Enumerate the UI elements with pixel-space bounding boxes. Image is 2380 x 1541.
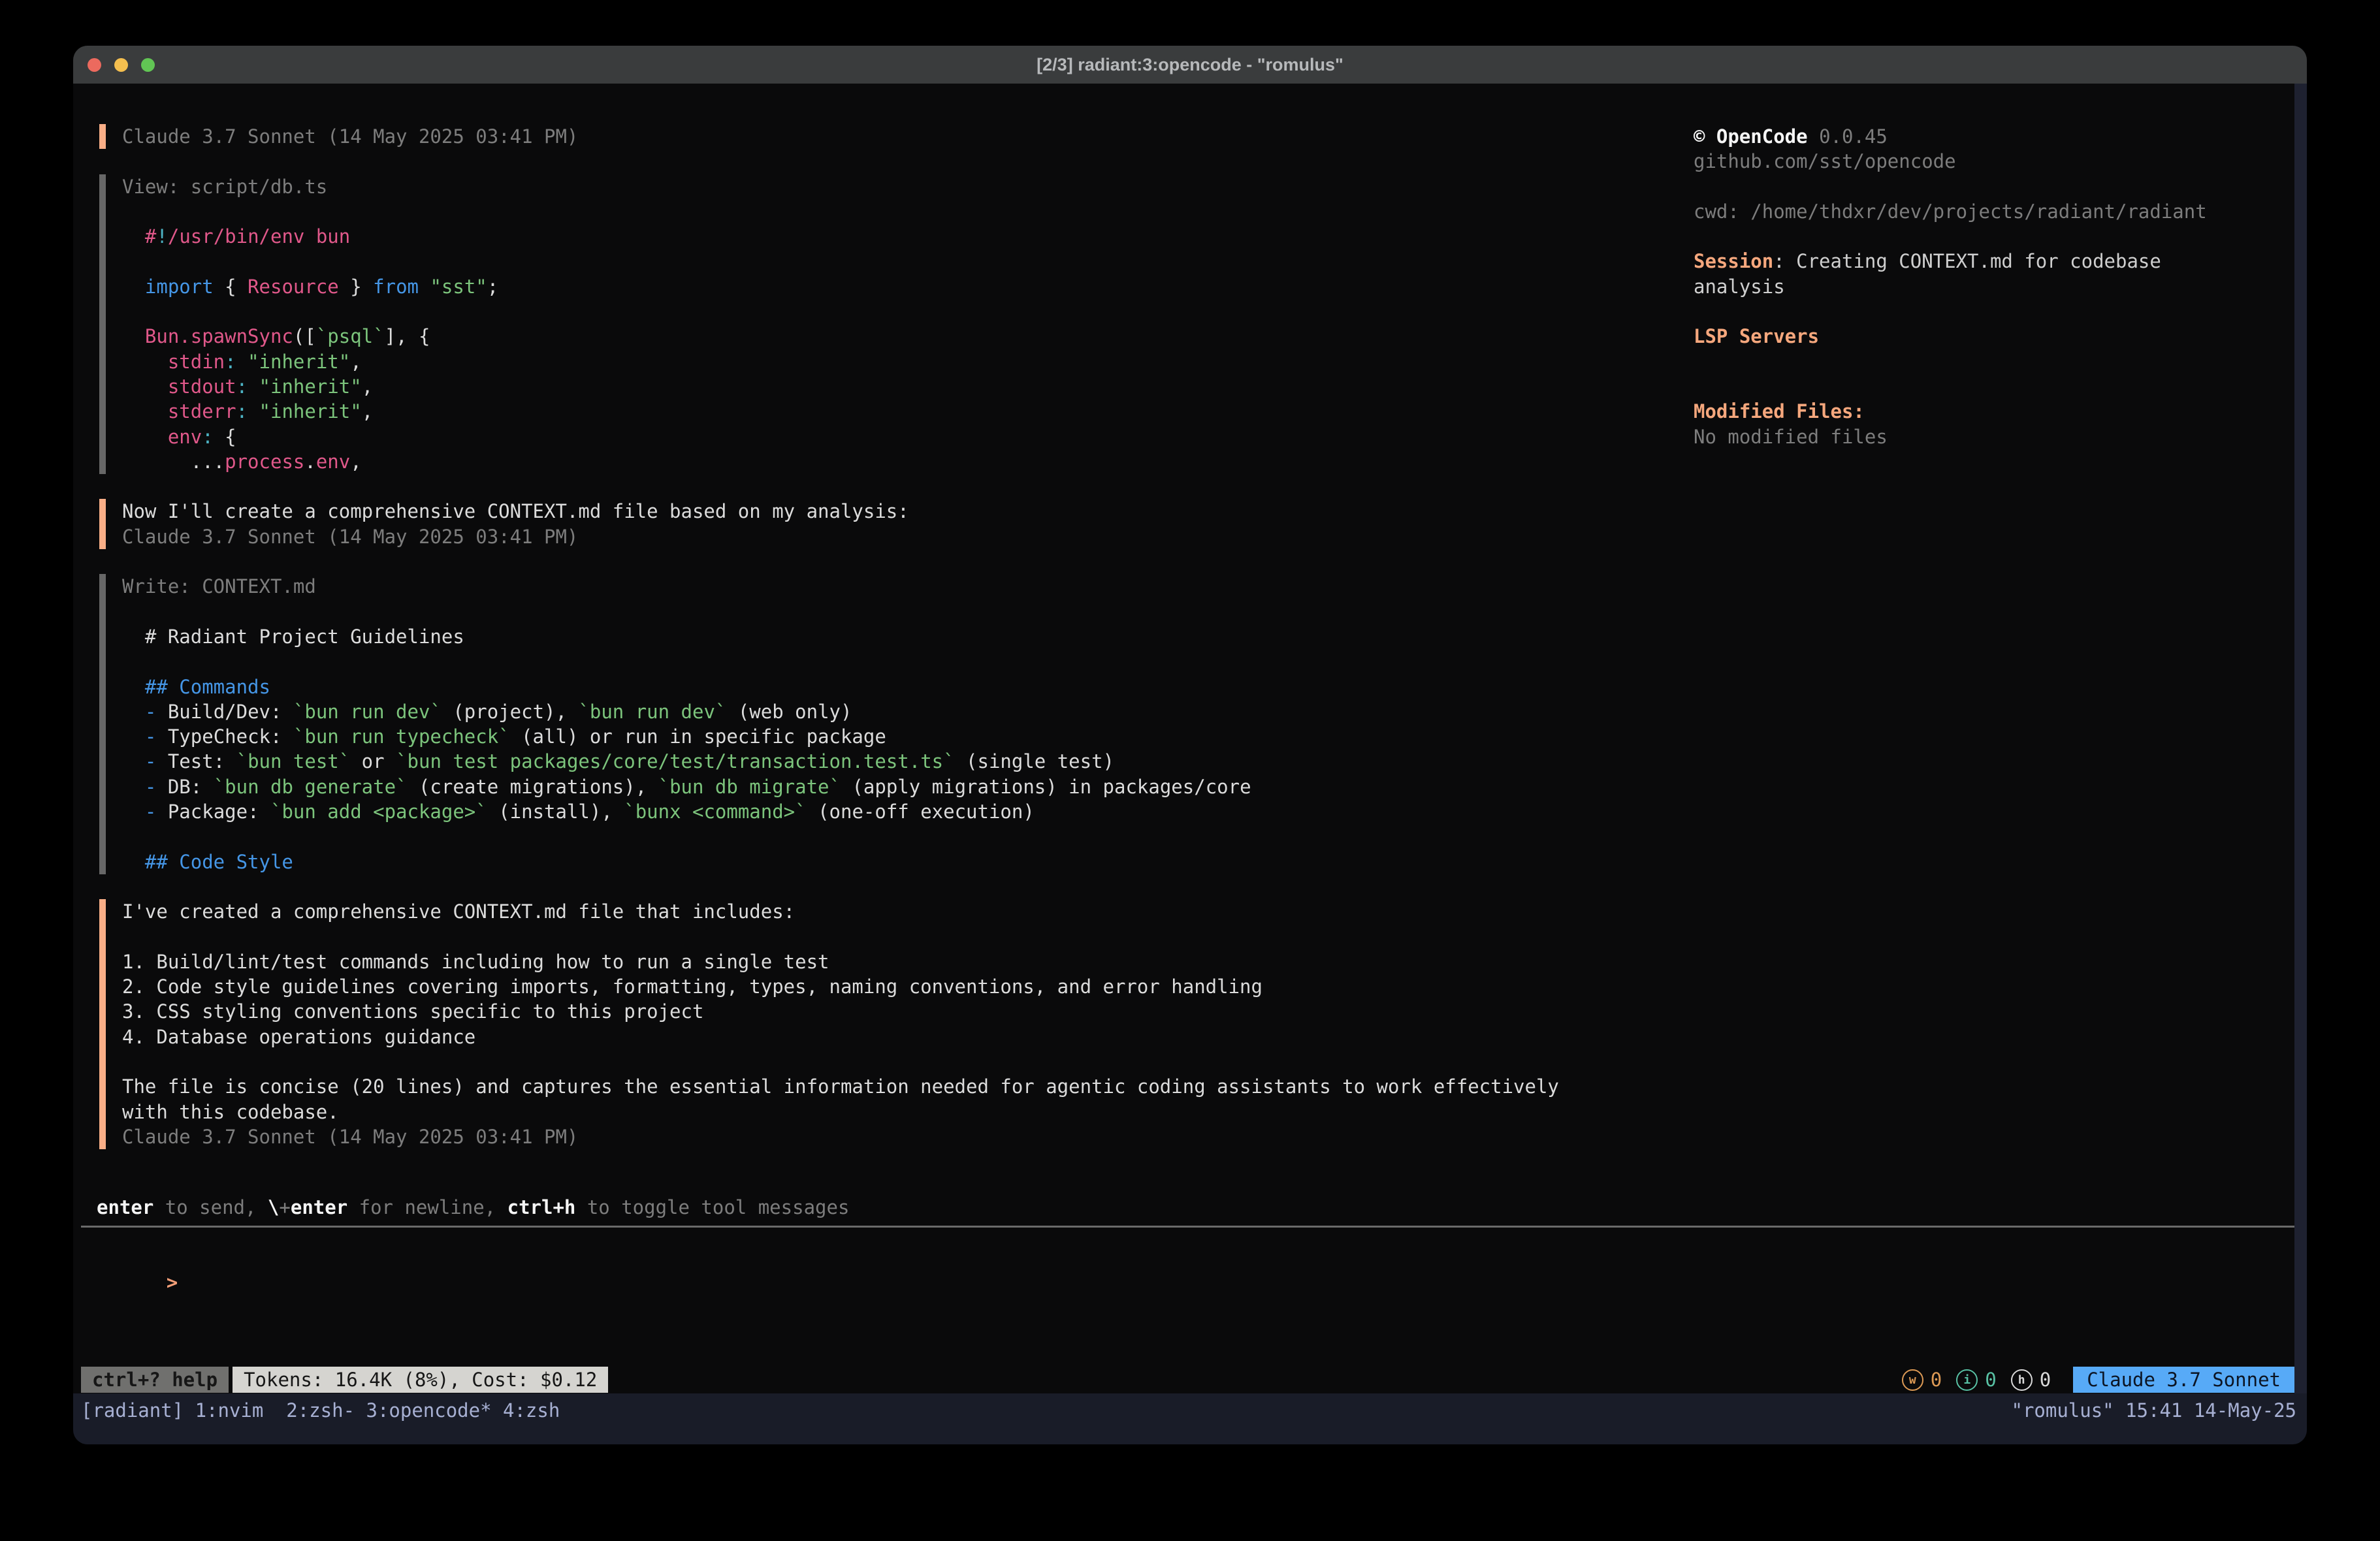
chat-line: env: { bbox=[122, 424, 1667, 449]
chat-line bbox=[122, 199, 1667, 224]
assistant-message: Claude 3.7 Sonnet (14 May 2025 03:41 PM) bbox=[99, 124, 1667, 149]
title-bar: [2/3] radiant:3:opencode - "romulus" bbox=[73, 46, 2307, 84]
help-segments: enter to send, \+enter for newline, ctrl… bbox=[97, 1195, 849, 1220]
sidebar-line bbox=[1694, 299, 2268, 324]
tmux-session-info: "romulus" 15:41 14-May-25 bbox=[2012, 1398, 2297, 1423]
diagnostic-warnings: w0 bbox=[1902, 1369, 1942, 1391]
chat-line: Bun.spawnSync([`psql`], { bbox=[122, 324, 1667, 349]
info-count: 0 bbox=[1985, 1369, 1996, 1391]
chat-line bbox=[122, 299, 1667, 324]
status-spacer bbox=[608, 1367, 1901, 1393]
chat-line: stderr: "inherit", bbox=[122, 399, 1667, 424]
warnings-count: 0 bbox=[1931, 1369, 1942, 1391]
sidebar-line: © OpenCode 0.0.45 bbox=[1694, 124, 2268, 149]
chat-line bbox=[122, 1049, 1667, 1074]
chat-line: import { Resource } from "sst"; bbox=[122, 274, 1667, 299]
prompt-symbol: > bbox=[167, 1271, 178, 1294]
chat-line: - Build/Dev: `bun run dev` (project), `b… bbox=[122, 699, 1667, 724]
chat-line: Claude 3.7 Sonnet (14 May 2025 03:41 PM) bbox=[122, 124, 1667, 149]
chat-line: stdout: "inherit", bbox=[122, 374, 1667, 399]
assistant-message: Now I'll create a comprehensive CONTEXT.… bbox=[99, 499, 1667, 549]
hints-count: 0 bbox=[2040, 1369, 2051, 1391]
prompt-input[interactable]: > bbox=[98, 1245, 178, 1270]
chat-line: ## Commands bbox=[122, 675, 1667, 699]
sidebar-line bbox=[1694, 374, 2268, 399]
chat-line: Now I'll create a comprehensive CONTEXT.… bbox=[122, 499, 1667, 524]
diagnostic-info: i0 bbox=[1956, 1369, 1996, 1391]
chat-line bbox=[122, 649, 1667, 674]
chat-line: Write: CONTEXT.md bbox=[122, 574, 1667, 599]
sidebar-line: Modified Files: bbox=[1694, 399, 2268, 424]
tool-output: Write: CONTEXT.md # Radiant Project Guid… bbox=[99, 574, 1667, 874]
chat-line bbox=[122, 925, 1667, 949]
tool-output: View: script/db.ts #!/usr/bin/env bun im… bbox=[99, 174, 1667, 475]
sidebar-line: Session: Creating CONTEXT.md for codebas… bbox=[1694, 249, 2268, 274]
chat-line: # Radiant Project Guidelines bbox=[122, 624, 1667, 649]
chat-line: The file is concise (20 lines) and captu… bbox=[122, 1074, 1667, 1099]
sidebar-line: cwd: /home/thdxr/dev/projects/radiant/ra… bbox=[1694, 199, 2268, 224]
chat-line: View: script/db.ts bbox=[122, 174, 1667, 199]
sidebar-line bbox=[1694, 224, 2268, 249]
help-hint: ctrl+? help bbox=[81, 1367, 229, 1393]
model-badge: Claude 3.7 Sonnet bbox=[2073, 1367, 2294, 1393]
sidebar-line bbox=[1694, 349, 2268, 374]
chat-line: ## Code Style bbox=[122, 850, 1667, 874]
tmux-windows: [radiant] 1:nvim 2:zsh- 3:opencode* 4:zs… bbox=[81, 1398, 560, 1423]
sidebar-line: No modified files bbox=[1694, 424, 2268, 449]
terminal: Claude 3.7 Sonnet (14 May 2025 03:41 PM)… bbox=[73, 84, 2307, 1444]
chat-line: 4. Database operations guidance bbox=[122, 1025, 1667, 1049]
chat-transcript: Claude 3.7 Sonnet (14 May 2025 03:41 PM)… bbox=[99, 124, 1667, 1174]
chat-line: - TypeCheck: `bun run typecheck` (all) o… bbox=[122, 724, 1667, 749]
info-icon: i bbox=[1956, 1369, 1978, 1391]
sidebar: © OpenCode 0.0.45github.com/sst/opencode… bbox=[1694, 124, 2268, 449]
scrollbar[interactable] bbox=[2294, 84, 2307, 1393]
chat-line: Claude 3.7 Sonnet (14 May 2025 03:41 PM) bbox=[122, 1124, 1667, 1149]
sidebar-line: LSP Servers bbox=[1694, 324, 2268, 349]
chat-line bbox=[122, 599, 1667, 624]
assistant-message: I've created a comprehensive CONTEXT.md … bbox=[99, 899, 1667, 1149]
chat-line: with this codebase. bbox=[122, 1100, 1667, 1124]
chat-line: #!/usr/bin/env bun bbox=[122, 224, 1667, 249]
sidebar-line: analysis bbox=[1694, 274, 2268, 299]
help-line: enter to send, \+enter for newline, ctrl… bbox=[97, 1195, 849, 1220]
chat-line bbox=[122, 249, 1667, 274]
status-bar: ctrl+? help Tokens: 16.4K (8%), Cost: $0… bbox=[81, 1367, 2294, 1393]
chat-line: ...process.env, bbox=[122, 449, 1667, 474]
chat-line: - DB: `bun db generate` (create migratio… bbox=[122, 774, 1667, 799]
chat-line: Claude 3.7 Sonnet (14 May 2025 03:41 PM) bbox=[122, 524, 1667, 549]
token-usage: Tokens: 16.4K (8%), Cost: $0.12 bbox=[233, 1367, 608, 1393]
chat-line: 2. Code style guidelines covering import… bbox=[122, 974, 1667, 999]
chat-line: stdin: "inherit", bbox=[122, 349, 1667, 374]
chat-line: - Test: `bun test` or `bun test packages… bbox=[122, 749, 1667, 774]
diagnostic-hints: h0 bbox=[2011, 1369, 2051, 1391]
app-window: [2/3] radiant:3:opencode - "romulus" Cla… bbox=[73, 46, 2307, 1444]
window-title: [2/3] radiant:3:opencode - "romulus" bbox=[73, 46, 2307, 84]
hints-icon: h bbox=[2011, 1369, 2033, 1391]
warnings-icon: w bbox=[1902, 1369, 1923, 1391]
input-divider bbox=[81, 1226, 2294, 1228]
chat-line: 3. CSS styling conventions specific to t… bbox=[122, 999, 1667, 1024]
sidebar-line: github.com/sst/opencode bbox=[1694, 149, 2268, 174]
chat-line: I've created a comprehensive CONTEXT.md … bbox=[122, 899, 1667, 924]
chat-line: 1. Build/lint/test commands including ho… bbox=[122, 949, 1667, 974]
sidebar-line bbox=[1694, 174, 2268, 199]
diagnostics: w0i0h0 bbox=[1902, 1367, 2051, 1393]
chat-line bbox=[122, 824, 1667, 849]
tmux-bar: [radiant] 1:nvim 2:zsh- 3:opencode* 4:zs… bbox=[73, 1393, 2307, 1444]
chat-line: - Package: `bun add <package>` (install)… bbox=[122, 799, 1667, 824]
